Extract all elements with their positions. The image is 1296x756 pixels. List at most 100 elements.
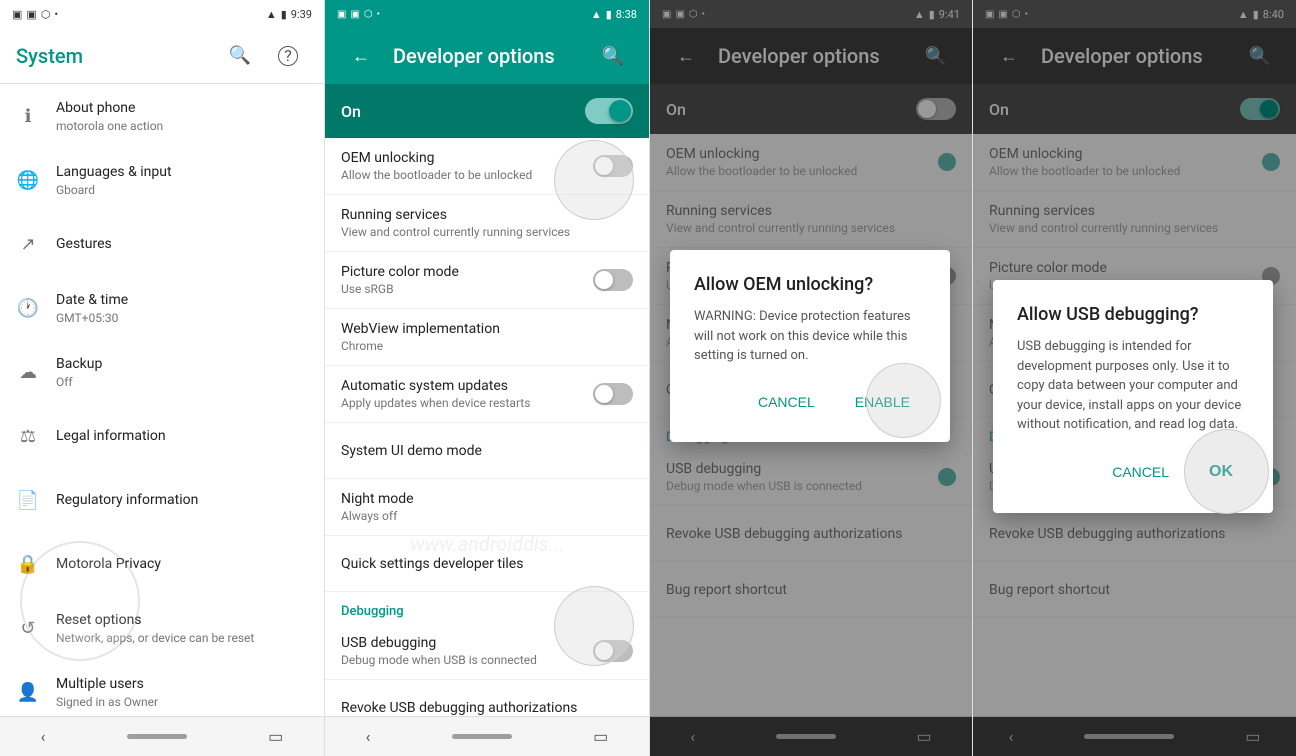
- gestures-icon: ↗: [16, 232, 40, 256]
- picture-color-title: Picture color mode: [341, 264, 593, 280]
- regulatory-text: Regulatory information: [56, 491, 308, 509]
- revoke-usb-text: Revoke USB debugging authorizations: [341, 700, 633, 716]
- auto-updates-item[interactable]: Automatic system updates Apply updates w…: [325, 366, 649, 423]
- webview-text: WebView implementation Chrome: [341, 321, 633, 353]
- about-phone-subtitle: motorola one action: [56, 119, 308, 133]
- wifi-icon: ▲: [266, 8, 277, 21]
- languages-text: Languages & input Gboard: [56, 163, 308, 197]
- picture-color-item[interactable]: Picture color mode Use sRGB: [325, 252, 649, 309]
- oem-unlocking-dialog: Allow OEM unlocking? WARNING: Device pro…: [670, 250, 950, 442]
- legal-icon: ⚖: [16, 424, 40, 448]
- date-time-item[interactable]: 🕐 Date & time GMT+05:30: [0, 276, 324, 340]
- dev-on-toggle[interactable]: [585, 98, 633, 124]
- usb-dialog-title: Allow USB debugging?: [1017, 304, 1249, 325]
- nav-recent-p2[interactable]: ▭: [593, 727, 608, 746]
- auto-updates-text: Automatic system updates Apply updates w…: [341, 378, 593, 410]
- legal-information-item[interactable]: ⚖ Legal information: [0, 404, 324, 468]
- usb-debugging-subtitle: Debug mode when USB is connected: [341, 653, 593, 667]
- cast-p2: ⬡: [364, 9, 373, 20]
- legal-label: Legal information: [56, 427, 308, 445]
- usb-dialog-actions: Cancel OK: [1017, 455, 1249, 489]
- regulatory-icon: 📄: [16, 488, 40, 512]
- status-bar-right-p1: ▲ ▮ 9:39: [266, 8, 312, 21]
- nav-bar-p1: ‹ ▭: [0, 716, 324, 756]
- qs-dev-tiles-item[interactable]: Quick settings developer tiles: [325, 536, 649, 592]
- date-time-label: Date & time: [56, 291, 308, 309]
- nav-home-p2[interactable]: [452, 734, 512, 739]
- oem-toggle-highlight: [554, 140, 634, 220]
- date-time-text: Date & time GMT+05:30: [56, 291, 308, 325]
- about-phone-text: About phone motorola one action: [56, 99, 308, 133]
- webview-subtitle: Chrome: [341, 339, 633, 353]
- nav-back-p2[interactable]: ‹: [366, 727, 371, 746]
- oem-dialog-body: WARNING: Device protection features will…: [694, 307, 926, 366]
- nav-back-p1[interactable]: ‹: [41, 727, 46, 746]
- enable-highlight-circle: [866, 363, 941, 438]
- running-services-subtitle: View and control currently running servi…: [341, 225, 633, 239]
- legal-text: Legal information: [56, 427, 308, 445]
- auto-updates-toggle-thumb: [595, 385, 613, 403]
- dev-on-row[interactable]: On: [325, 84, 649, 138]
- demo-mode-item[interactable]: System UI demo mode: [325, 423, 649, 479]
- status-bar-p2: ▣ ▣ ⬡ • ▲ ▮ 8:38: [325, 0, 649, 28]
- about-phone-icon: ℹ: [16, 104, 40, 128]
- nav-recent-p1[interactable]: ▭: [268, 727, 283, 746]
- oem-dialog-title: Allow OEM unlocking?: [694, 274, 926, 295]
- night-mode-title: Night mode: [341, 491, 633, 507]
- gestures-item[interactable]: ↗ Gestures: [0, 212, 324, 276]
- dev-on-label: On: [341, 102, 361, 121]
- developer-options-oem-dialog-panel: ▣ ▣ ⬡ • ▲ ▮ 9:41 ← Developer options 🔍 O…: [650, 0, 973, 756]
- battery-icon: ▮: [281, 8, 287, 21]
- backup-icon: ☁: [16, 360, 40, 384]
- status-bar-right-p2: ▲ ▮ 8:38: [591, 8, 637, 21]
- search-button-p1[interactable]: 🔍: [220, 36, 260, 76]
- time-p1: 9:39: [291, 8, 312, 21]
- picture-color-toggle-thumb: [595, 271, 613, 289]
- multiple-users-item[interactable]: 👤 Multiple users Signed in as Owner: [0, 660, 324, 716]
- webview-title: WebView implementation: [341, 321, 633, 337]
- picture-color-toggle[interactable]: [593, 269, 633, 291]
- system-app-bar-icons: 🔍 ?: [220, 36, 308, 76]
- picture-color-subtitle: Use sRGB: [341, 282, 593, 296]
- usb-cancel-button[interactable]: Cancel: [1096, 455, 1185, 489]
- usb-dialog-body: USB debugging is intended for developmen…: [1017, 337, 1249, 435]
- about-phone-item[interactable]: ℹ About phone motorola one action: [0, 84, 324, 148]
- qs-dev-tiles-text: Quick settings developer tiles: [341, 556, 633, 572]
- multiple-users-icon: 👤: [16, 680, 40, 704]
- multiple-users-label: Multiple users: [56, 675, 308, 693]
- back-button-p2[interactable]: ←: [341, 36, 381, 76]
- battery-p2: ▮: [606, 8, 612, 21]
- system-settings-panel: ▣ ▣ ⬡ • ▲ ▮ 9:39 System 🔍 ? ℹ About phon…: [0, 0, 325, 756]
- webview-item[interactable]: WebView implementation Chrome: [325, 309, 649, 366]
- backup-item[interactable]: ☁ Backup Off: [0, 340, 324, 404]
- cast-icon: ⬡: [41, 8, 51, 21]
- languages-subtitle: Gboard: [56, 183, 308, 197]
- gestures-text: Gestures: [56, 235, 308, 253]
- help-button-p1[interactable]: ?: [268, 36, 308, 76]
- dot-icon: •: [54, 8, 58, 21]
- ok-highlight-circle: [1184, 429, 1269, 514]
- demo-mode-title: System UI demo mode: [341, 443, 633, 459]
- night-mode-text: Night mode Always off: [341, 491, 633, 523]
- oem-unlocking-title: OEM unlocking: [341, 150, 593, 166]
- oem-cancel-button[interactable]: Cancel: [742, 386, 831, 418]
- nav-home-p1[interactable]: [127, 734, 187, 739]
- search-button-p2[interactable]: 🔍: [593, 36, 633, 76]
- developer-options-usb-dialog-panel: ▣ ▣ ⬡ • ▲ ▮ 8:40 ← Developer options 🔍 O…: [973, 0, 1296, 756]
- developer-options-highlight-circle: [20, 541, 140, 661]
- languages-item[interactable]: 🌐 Languages & input Gboard: [0, 148, 324, 212]
- multiple-users-subtitle: Signed in as Owner: [56, 695, 308, 709]
- regulatory-information-item[interactable]: 📄 Regulatory information: [0, 468, 324, 532]
- usb-debugging-dialog: Allow USB debugging? USB debugging is in…: [993, 280, 1273, 513]
- sim-icon2: ▣: [26, 8, 36, 21]
- night-mode-item[interactable]: Night mode Always off: [325, 479, 649, 536]
- night-mode-subtitle: Always off: [341, 509, 633, 523]
- usb-debugging-text: USB debugging Debug mode when USB is con…: [341, 635, 593, 667]
- gestures-label: Gestures: [56, 235, 308, 253]
- developer-options-panel: ▣ ▣ ⬡ • ▲ ▮ 8:38 ← Developer options 🔍 O…: [325, 0, 650, 756]
- time-p2: 8:38: [616, 8, 637, 21]
- status-bar-left-p1: ▣ ▣ ⬡ •: [12, 8, 58, 21]
- auto-updates-toggle[interactable]: [593, 383, 633, 405]
- dev-on-toggle-thumb: [609, 100, 631, 122]
- revoke-usb-item[interactable]: Revoke USB debugging authorizations: [325, 680, 649, 716]
